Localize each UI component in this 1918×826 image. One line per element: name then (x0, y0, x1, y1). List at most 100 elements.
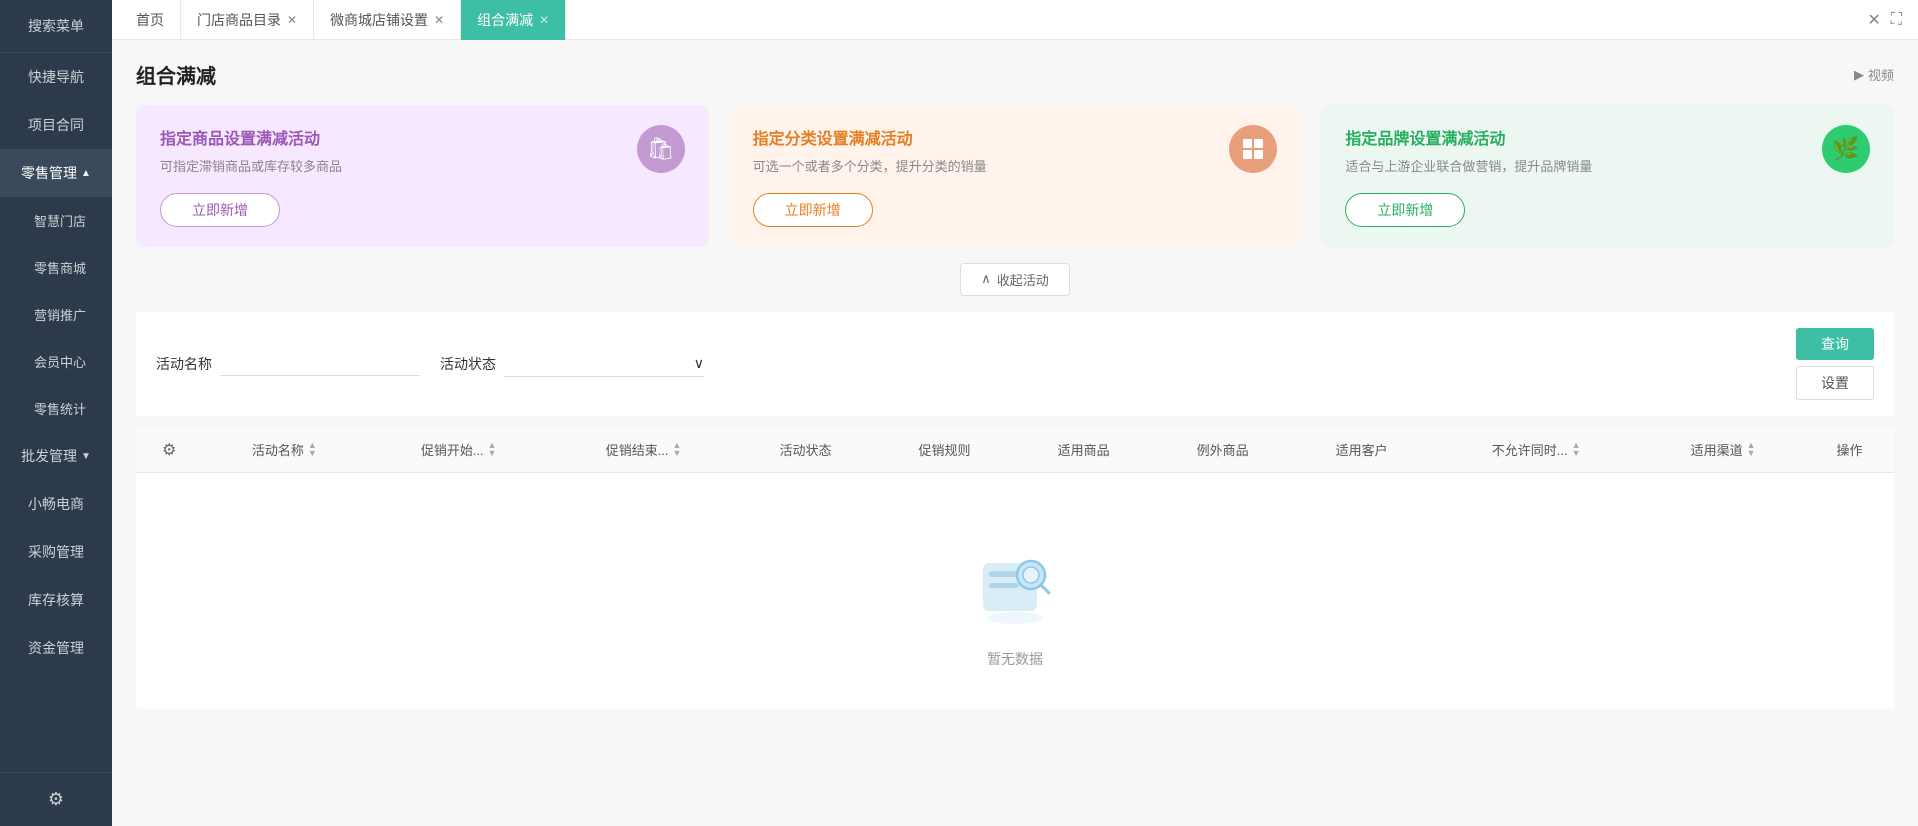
sidebar-item-purchase-mgmt[interactable]: 采购管理 (0, 528, 112, 576)
sidebar-item-marketing[interactable]: 营销推广 (0, 291, 112, 338)
category-discount-icon (1229, 125, 1277, 173)
settings-icon[interactable]: ⚙ (0, 789, 112, 810)
th-applicable-customer: 适用客户 (1292, 428, 1431, 473)
sidebar-item-label: 营销推广 (34, 305, 86, 324)
th-promo-end: 促销结束... ▲▼ (551, 428, 736, 473)
th-promo-rule-label: 促销规则 (919, 443, 971, 458)
category-discount-card: 指定分类设置满减活动 可选一个或者多个分类，提升分类的销量 立即新增 (729, 105, 1302, 247)
sort-arrows-activity-name[interactable]: ▲▼ (308, 442, 317, 456)
tab-store-catalog-label: 门店商品目录 (197, 10, 281, 30)
sidebar-item-smart-store[interactable]: 智慧门店 (0, 197, 112, 244)
settings-button[interactable]: 设置 (1796, 366, 1874, 400)
sidebar-item-label: 快捷导航 (28, 67, 84, 87)
sidebar-item-inventory-calc[interactable]: 库存核算 (0, 576, 112, 624)
play-icon: ▶ (1854, 67, 1864, 83)
product-discount-icon: 🛍 (637, 125, 685, 173)
brand-discount-desc: 适合与上游企业联合做营销，提升品牌销量 (1345, 157, 1870, 177)
query-button[interactable]: 查询 (1796, 328, 1874, 360)
sort-arrows-no-concurrent[interactable]: ▲▼ (1572, 442, 1581, 456)
sidebar-item-wholesale-mgmt[interactable]: 批发管理 ▼ (0, 432, 112, 480)
maximize-window-button[interactable]: ⛶ (1891, 11, 1902, 29)
window-controls: ✕ ⛶ (1867, 10, 1910, 30)
th-activity-name: 活动名称 ▲▼ (202, 428, 366, 473)
collapse-label: 收起活动 (997, 270, 1049, 289)
video-link[interactable]: ▶ 视频 (1854, 65, 1894, 84)
sort-arrows-promo-start[interactable]: ▲▼ (488, 442, 497, 456)
brand-discount-title: 指定品牌设置满减活动 (1345, 125, 1870, 149)
chevron-up-icon: ▲ (81, 168, 91, 179)
sidebar-item-xchang-ecommerce[interactable]: 小畅电商 (0, 480, 112, 528)
sidebar-item-project-contract[interactable]: 项目合同 (0, 101, 112, 149)
table-settings-icon[interactable]: ⚙ (162, 442, 176, 459)
sidebar-item-label: 采购管理 (28, 542, 84, 562)
tab-combo-discount-close[interactable]: ✕ (539, 14, 549, 26)
sidebar-item-member-center[interactable]: 会员中心 (0, 338, 112, 385)
page-content: 组合满减 ▶ 视频 指定商品设置满减活动 可指定滞销商品或库存较多商品 🛍 立即… (112, 40, 1918, 826)
tab-bar: 首页 门店商品目录 ✕ 微商城店铺设置 ✕ 组合满减 ✕ ✕ ⛶ (112, 0, 1918, 40)
sort-arrows-applicable-channel[interactable]: ▲▼ (1747, 442, 1756, 456)
tab-wechat-store-close[interactable]: ✕ (434, 14, 444, 26)
category-discount-add-button[interactable]: 立即新增 (753, 193, 873, 227)
sidebar-item-label: 零售统计 (34, 399, 86, 418)
sidebar-item-label: 会员中心 (34, 352, 86, 371)
tab-combo-discount[interactable]: 组合满减 ✕ (461, 0, 566, 40)
sidebar-item-label: 零售管理 (21, 163, 77, 183)
product-discount-desc: 可指定滞销商品或库存较多商品 (160, 157, 685, 177)
product-discount-card: 指定商品设置满减活动 可指定滞销商品或库存较多商品 🛍 立即新增 (136, 105, 709, 247)
sidebar-item-retail-stats[interactable]: 零售统计 (0, 385, 112, 432)
sidebar: 搜索菜单 快捷导航 项目合同 零售管理 ▲ 智慧门店 零售商城 营销推广 会员中… (0, 0, 112, 826)
sidebar-item-label: 项目合同 (28, 115, 84, 135)
sort-arrows-promo-end[interactable]: ▲▼ (673, 442, 682, 456)
th-applicable-goods-label: 适用商品 (1058, 443, 1110, 458)
th-promo-start: 促销开始... ▲▼ (366, 428, 551, 473)
sidebar-item-label: 资金管理 (28, 638, 84, 658)
th-activity-status-label: 活动状态 (780, 443, 832, 458)
tab-home[interactable]: 首页 (120, 0, 181, 40)
tab-wechat-store-settings[interactable]: 微商城店铺设置 ✕ (314, 0, 461, 40)
tab-wechat-store-label: 微商城店铺设置 (330, 10, 428, 30)
activity-status-filter: 活动状态 ∨ (440, 351, 704, 377)
sidebar-item-label: 库存核算 (28, 590, 84, 610)
tab-store-catalog-close[interactable]: ✕ (287, 14, 297, 26)
th-activity-status: 活动状态 (736, 428, 875, 473)
empty-state: 暂无数据 (136, 473, 1894, 709)
th-no-concurrent-label: 不允许同时... (1492, 440, 1568, 459)
category-discount-title: 指定分类设置满减活动 (753, 125, 1278, 149)
category-discount-desc: 可选一个或者多个分类，提升分类的销量 (753, 157, 1278, 177)
filter-section: 活动名称 活动状态 ∨ 查询 设置 (136, 312, 1894, 416)
product-discount-add-button[interactable]: 立即新增 (160, 193, 280, 227)
sidebar-item-quick-nav[interactable]: 快捷导航 (0, 53, 112, 101)
brand-discount-icon: 🌿 (1822, 125, 1870, 173)
activity-name-label: 活动名称 (156, 354, 212, 374)
th-promo-rule: 促销规则 (875, 428, 1014, 473)
sidebar-item-label: 批发管理 (21, 446, 77, 466)
th-operation-label: 操作 (1837, 443, 1863, 458)
th-promo-end-label: 促销结束... (606, 440, 669, 459)
sidebar-search[interactable]: 搜索菜单 (0, 0, 112, 53)
sidebar-item-label: 零售商城 (34, 258, 86, 277)
sidebar-item-label: 小畅电商 (28, 494, 84, 514)
dropdown-chevron-icon: ∨ (694, 355, 704, 372)
main-content: 首页 门店商品目录 ✕ 微商城店铺设置 ✕ 组合满减 ✕ ✕ ⛶ 组合满减 ▶ … (112, 0, 1918, 826)
th-promo-start-label: 促销开始... (421, 440, 484, 459)
brand-discount-add-button[interactable]: 立即新增 (1345, 193, 1465, 227)
activity-cards: 指定商品设置满减活动 可指定滞销商品或库存较多商品 🛍 立即新增 指定分类设置满… (136, 105, 1894, 247)
chevron-down-icon: ▼ (81, 451, 91, 462)
data-table: ⚙ 活动名称 ▲▼ 促销开始... ▲▼ (136, 428, 1894, 473)
activity-status-select[interactable]: ∨ (504, 351, 704, 377)
activity-name-input[interactable] (220, 351, 420, 376)
sidebar-item-fund-mgmt[interactable]: 资金管理 (0, 624, 112, 672)
sidebar-item-retail-mall[interactable]: 零售商城 (0, 244, 112, 291)
th-applicable-channel: 适用渠道 ▲▼ (1641, 428, 1805, 473)
tab-store-catalog[interactable]: 门店商品目录 ✕ (181, 0, 314, 40)
page-header: 组合满减 ▶ 视频 (136, 60, 1894, 89)
sidebar-item-retail-mgmt[interactable]: 零售管理 ▲ (0, 149, 112, 197)
th-settings: ⚙ (136, 428, 202, 473)
th-applicable-customer-label: 适用客户 (1336, 443, 1388, 458)
collapse-activities-button[interactable]: ∧ 收起活动 (960, 263, 1070, 296)
sidebar-item-label: 智慧门店 (34, 211, 86, 230)
th-operation: 操作 (1805, 428, 1894, 473)
table-section: ⚙ 活动名称 ▲▼ 促销开始... ▲▼ (136, 428, 1894, 709)
close-window-button[interactable]: ✕ (1867, 10, 1880, 30)
empty-state-text: 暂无数据 (987, 649, 1043, 669)
